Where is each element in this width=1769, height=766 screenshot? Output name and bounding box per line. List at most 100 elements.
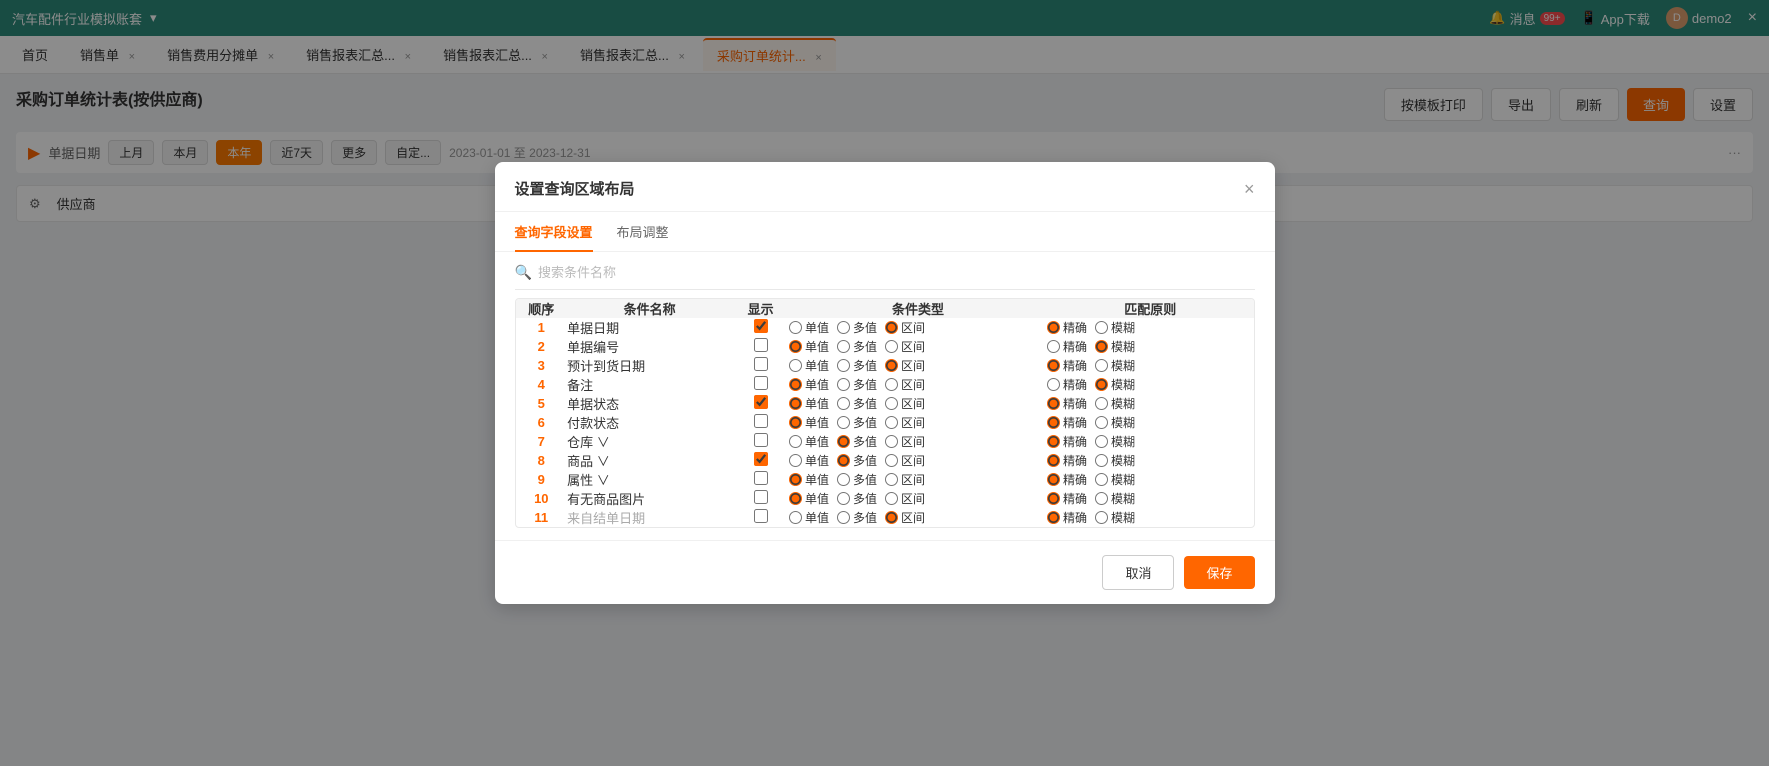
match-fuzzy-option[interactable]: 模糊 — [1095, 376, 1135, 393]
match-exact-option[interactable]: 精确 — [1047, 376, 1087, 393]
type-single-option[interactable]: 单值 — [789, 490, 829, 507]
type-range-option[interactable]: 区间 — [885, 338, 925, 355]
type-range-option[interactable]: 区间 — [885, 414, 925, 431]
row-type: 单值多值区间 — [789, 318, 1047, 337]
type-multi-option[interactable]: 多值 — [837, 471, 877, 488]
type-range-option[interactable]: 区间 — [885, 471, 925, 488]
match-fuzzy-option[interactable]: 模糊 — [1095, 338, 1135, 355]
show-checkbox[interactable] — [754, 395, 768, 409]
row-name: 备注 — [567, 375, 732, 394]
search-input[interactable] — [538, 265, 738, 280]
match-fuzzy-option[interactable]: 模糊 — [1095, 414, 1135, 431]
show-checkbox[interactable] — [754, 490, 768, 504]
row-type: 单值多值区间 — [789, 432, 1047, 451]
type-single-option[interactable]: 单值 — [789, 414, 829, 431]
type-single-option[interactable]: 单值 — [789, 471, 829, 488]
type-range-option[interactable]: 区间 — [885, 319, 925, 336]
match-fuzzy-option[interactable]: 模糊 — [1095, 357, 1135, 374]
row-show[interactable] — [732, 508, 789, 527]
row-show[interactable] — [732, 337, 789, 356]
match-exact-option[interactable]: 精确 — [1047, 490, 1087, 507]
row-match: 精确模糊 — [1047, 337, 1253, 356]
tab-query-fields[interactable]: 查询字段设置 — [515, 212, 593, 251]
row-match: 精确模糊 — [1047, 356, 1253, 375]
modal-body: 🔍 顺序 条件名称 显示 条件类型 匹配原则 — [495, 252, 1275, 540]
type-multi-option[interactable]: 多值 — [837, 433, 877, 450]
type-single-option[interactable]: 单值 — [789, 433, 829, 450]
show-checkbox[interactable] — [754, 357, 768, 371]
modal-close-button[interactable]: × — [1244, 180, 1255, 198]
match-fuzzy-option[interactable]: 模糊 — [1095, 471, 1135, 488]
type-single-option[interactable]: 单值 — [789, 452, 829, 469]
match-exact-option[interactable]: 精确 — [1047, 452, 1087, 469]
type-range-option[interactable]: 区间 — [885, 376, 925, 393]
type-range-option[interactable]: 区间 — [885, 452, 925, 469]
show-checkbox[interactable] — [754, 471, 768, 485]
show-checkbox[interactable] — [754, 319, 768, 333]
show-checkbox[interactable] — [754, 509, 768, 523]
row-show[interactable] — [732, 432, 789, 451]
row-type: 单值多值区间 — [789, 394, 1047, 413]
type-multi-option[interactable]: 多值 — [837, 452, 877, 469]
match-exact-option[interactable]: 精确 — [1047, 433, 1087, 450]
type-multi-option[interactable]: 多值 — [837, 319, 877, 336]
row-show[interactable] — [732, 413, 789, 432]
type-single-option[interactable]: 单值 — [789, 509, 829, 526]
type-multi-option[interactable]: 多值 — [837, 490, 877, 507]
tab-layout-adjust[interactable]: 布局调整 — [617, 212, 669, 251]
show-checkbox[interactable] — [754, 433, 768, 447]
type-multi-option[interactable]: 多值 — [837, 376, 877, 393]
match-fuzzy-option[interactable]: 模糊 — [1095, 319, 1135, 336]
type-single-option[interactable]: 单值 — [789, 319, 829, 336]
row-show[interactable] — [732, 470, 789, 489]
type-multi-option[interactable]: 多值 — [837, 509, 877, 526]
type-multi-option[interactable]: 多值 — [837, 338, 877, 355]
type-range-option[interactable]: 区间 — [885, 433, 925, 450]
row-show[interactable] — [732, 356, 789, 375]
type-multi-option[interactable]: 多值 — [837, 395, 877, 412]
match-fuzzy-option[interactable]: 模糊 — [1095, 433, 1135, 450]
type-single-option[interactable]: 单值 — [789, 395, 829, 412]
match-exact-option[interactable]: 精确 — [1047, 395, 1087, 412]
type-range-option[interactable]: 区间 — [885, 395, 925, 412]
row-name: 单据日期 — [567, 318, 732, 337]
match-exact-option[interactable]: 精确 — [1047, 509, 1087, 526]
type-single-option[interactable]: 单值 — [789, 338, 829, 355]
type-multi-option[interactable]: 多值 — [837, 357, 877, 374]
row-order: 10 — [516, 489, 568, 508]
row-name: 预计到货日期 — [567, 356, 732, 375]
type-range-option[interactable]: 区间 — [885, 509, 925, 526]
match-fuzzy-option[interactable]: 模糊 — [1095, 395, 1135, 412]
show-checkbox[interactable] — [754, 414, 768, 428]
show-checkbox[interactable] — [754, 376, 768, 390]
match-fuzzy-option[interactable]: 模糊 — [1095, 509, 1135, 526]
col-header-order: 顺序 — [516, 299, 568, 318]
match-fuzzy-option[interactable]: 模糊 — [1095, 452, 1135, 469]
type-single-option[interactable]: 单值 — [789, 376, 829, 393]
row-show[interactable] — [732, 318, 789, 337]
row-type: 单值多值区间 — [789, 451, 1047, 470]
show-checkbox[interactable] — [754, 338, 768, 352]
row-type: 单值多值区间 — [789, 337, 1047, 356]
match-exact-option[interactable]: 精确 — [1047, 471, 1087, 488]
match-exact-option[interactable]: 精确 — [1047, 414, 1087, 431]
col-header-show: 显示 — [732, 299, 789, 318]
cancel-button[interactable]: 取消 — [1102, 555, 1174, 590]
row-show[interactable] — [732, 375, 789, 394]
row-show[interactable] — [732, 451, 789, 470]
match-fuzzy-option[interactable]: 模糊 — [1095, 490, 1135, 507]
type-multi-option[interactable]: 多值 — [837, 414, 877, 431]
type-single-option[interactable]: 单值 — [789, 357, 829, 374]
row-show[interactable] — [732, 489, 789, 508]
row-show[interactable] — [732, 394, 789, 413]
type-range-option[interactable]: 区间 — [885, 357, 925, 374]
match-exact-option[interactable]: 精确 — [1047, 357, 1087, 374]
row-name: 仓库 ∨ — [567, 432, 732, 451]
row-order: 6 — [516, 413, 568, 432]
table-row: 8商品 ∨单值多值区间精确模糊 — [516, 451, 1254, 470]
match-exact-option[interactable]: 精确 — [1047, 319, 1087, 336]
match-exact-option[interactable]: 精确 — [1047, 338, 1087, 355]
type-range-option[interactable]: 区间 — [885, 490, 925, 507]
show-checkbox[interactable] — [754, 452, 768, 466]
save-button[interactable]: 保存 — [1184, 556, 1254, 589]
